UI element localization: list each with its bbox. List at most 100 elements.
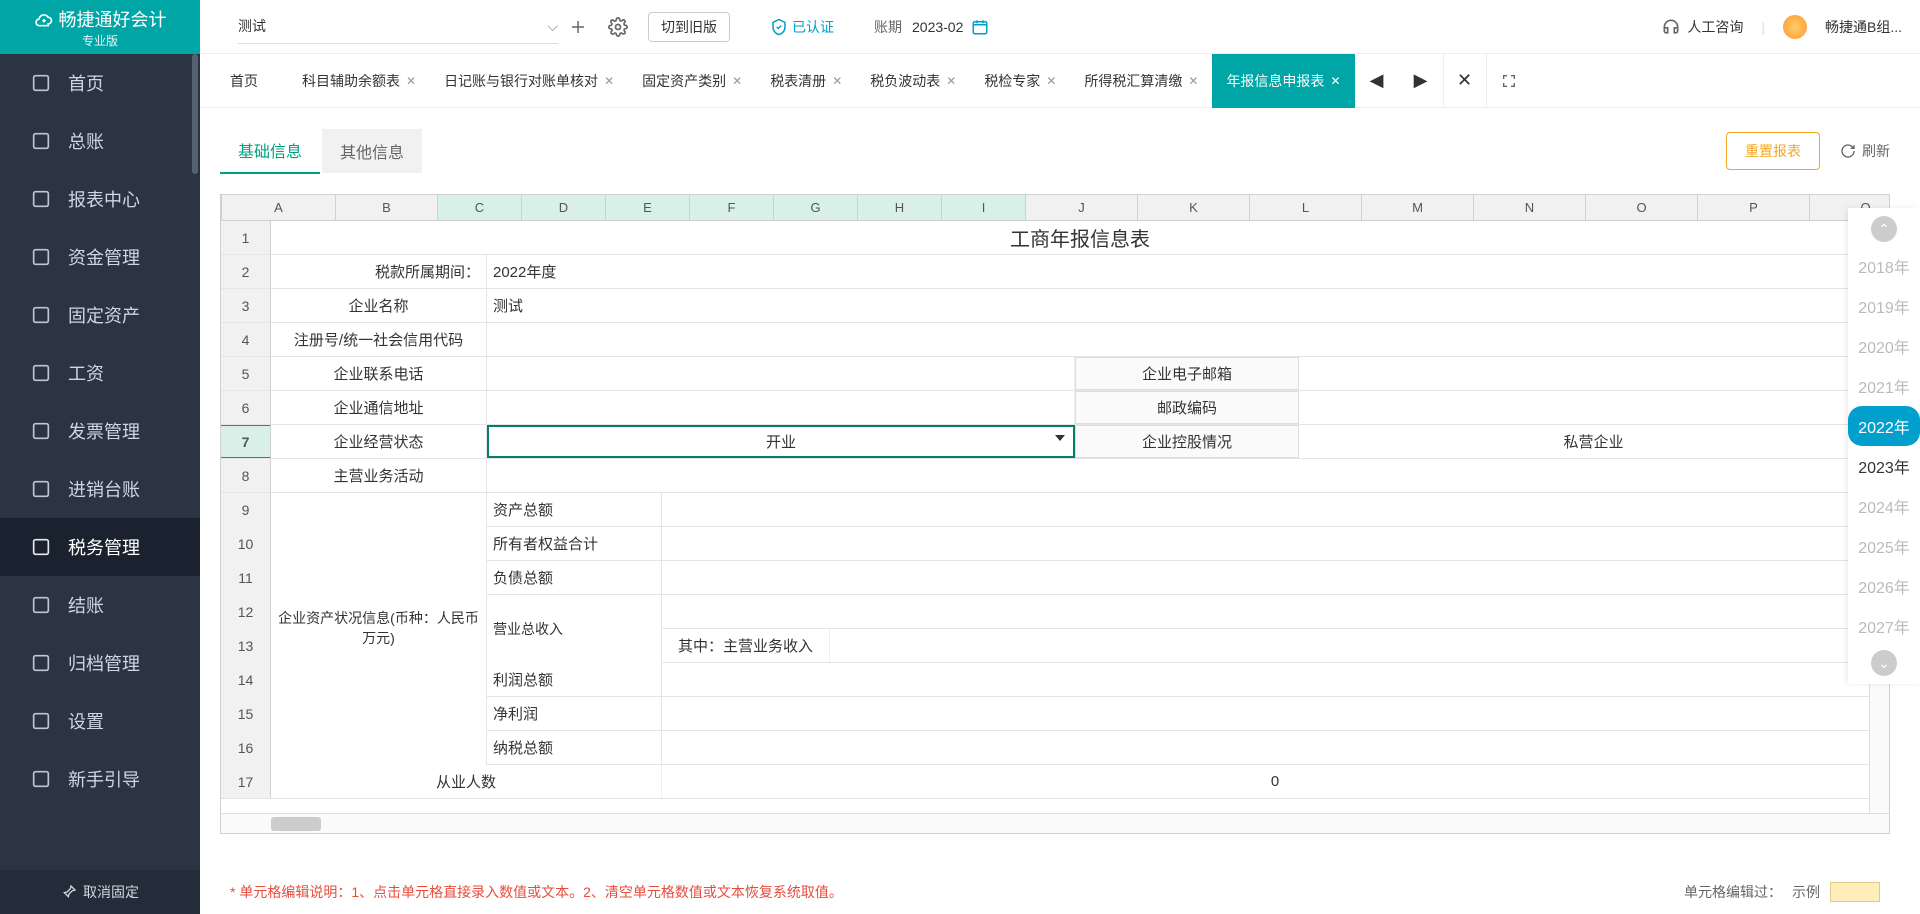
avatar[interactable] bbox=[1783, 15, 1807, 39]
switch-old-version-button[interactable]: 切到旧版 bbox=[648, 12, 730, 42]
year-2023年[interactable]: 2023年 bbox=[1848, 446, 1920, 486]
close-icon[interactable]: ✕ bbox=[832, 74, 842, 88]
sidebar-item-5[interactable]: 工资 bbox=[0, 344, 200, 402]
col-header-A[interactable]: A bbox=[222, 195, 336, 220]
year-scroll-up[interactable]: ⌃ bbox=[1871, 216, 1897, 242]
sidebar-item-8[interactable]: 税务管理 bbox=[0, 518, 200, 576]
col-header-K[interactable]: K bbox=[1138, 195, 1250, 220]
r6-label[interactable]: 企业通信地址 bbox=[271, 391, 487, 424]
r6-value[interactable] bbox=[487, 391, 1075, 424]
fullscreen-button[interactable] bbox=[1487, 54, 1531, 108]
year-2021年[interactable]: 2021年 bbox=[1848, 366, 1920, 406]
sidebar-item-2[interactable]: 报表中心 bbox=[0, 170, 200, 228]
sidebar-item-0[interactable]: 首页 bbox=[0, 54, 200, 112]
r5-value2[interactable] bbox=[1299, 357, 1889, 390]
h-scrollbar[interactable] bbox=[221, 813, 1889, 833]
tab-scroll-right[interactable]: ▶ bbox=[1399, 54, 1443, 108]
r14-b[interactable]: 利润总额 bbox=[487, 663, 662, 696]
close-icon[interactable]: ✕ bbox=[406, 74, 416, 88]
tab-1[interactable]: 日记账与银行对账单核对✕ bbox=[430, 54, 628, 108]
r7-value-dropdown[interactable]: 开业 bbox=[487, 425, 1075, 458]
year-2026年[interactable]: 2026年 bbox=[1848, 566, 1920, 606]
r3-label[interactable]: 企业名称 bbox=[271, 289, 487, 322]
col-header-G[interactable]: G bbox=[774, 195, 858, 220]
col-header-H[interactable]: H bbox=[858, 195, 942, 220]
sidebar-item-9[interactable]: 结账 bbox=[0, 576, 200, 634]
sidebar-scrollbar[interactable] bbox=[192, 54, 198, 174]
r10-b[interactable]: 所有者权益合计 bbox=[487, 527, 662, 560]
sidebar-item-3[interactable]: 资金管理 bbox=[0, 228, 200, 286]
col-header-M[interactable]: M bbox=[1362, 195, 1474, 220]
sidebar-item-11[interactable]: 设置 bbox=[0, 692, 200, 750]
tab-close-all[interactable]: ✕ bbox=[1443, 54, 1487, 108]
r15-b[interactable]: 净利润 bbox=[487, 697, 662, 730]
col-header-J[interactable]: J bbox=[1026, 195, 1138, 220]
col-header-B[interactable]: B bbox=[336, 195, 438, 220]
r13-c[interactable]: 其中：主营业务收入 bbox=[662, 629, 830, 662]
r6-value2[interactable] bbox=[1299, 391, 1889, 424]
year-2027年[interactable]: 2027年 bbox=[1848, 606, 1920, 646]
unpin-button[interactable]: 取消固定 bbox=[0, 870, 200, 914]
close-icon[interactable]: ✕ bbox=[946, 74, 956, 88]
sidebar-item-4[interactable]: 固定资产 bbox=[0, 286, 200, 344]
add-button[interactable] bbox=[558, 7, 598, 47]
close-icon[interactable]: ✕ bbox=[604, 74, 614, 88]
consult-button[interactable]: 人工咨询 bbox=[1661, 17, 1743, 37]
year-2018年[interactable]: 2018年 bbox=[1848, 246, 1920, 286]
year-2022年[interactable]: 2022年 bbox=[1848, 406, 1920, 446]
r4-label[interactable]: 注册号/统一社会信用代码 bbox=[271, 323, 487, 356]
tab-home[interactable]: 首页 bbox=[200, 54, 288, 108]
r12-b[interactable]: 营业总收入 bbox=[487, 595, 662, 663]
close-icon[interactable]: ✕ bbox=[1330, 74, 1340, 88]
user-name[interactable]: 畅捷通B组... bbox=[1825, 17, 1902, 37]
year-scroll-down[interactable]: ⌄ bbox=[1871, 650, 1897, 676]
r2-value[interactable]: 2022年度 bbox=[487, 255, 1889, 288]
col-header-F[interactable]: F bbox=[690, 195, 774, 220]
r17-label[interactable]: 从业人数 bbox=[271, 765, 662, 798]
r16-b[interactable]: 纳税总额 bbox=[487, 731, 662, 764]
col-header-N[interactable]: N bbox=[1474, 195, 1586, 220]
tab-0[interactable]: 科目辅助余额表✕ bbox=[288, 54, 430, 108]
r8-label[interactable]: 主营业务活动 bbox=[271, 459, 487, 492]
r7-label2[interactable]: 企业控股情况 bbox=[1075, 425, 1299, 458]
r6-label2[interactable]: 邮政编码 bbox=[1075, 391, 1299, 424]
year-2019年[interactable]: 2019年 bbox=[1848, 286, 1920, 326]
year-2020年[interactable]: 2020年 bbox=[1848, 326, 1920, 366]
tab-scroll-left[interactable]: ◀ bbox=[1355, 54, 1399, 108]
settings-button[interactable] bbox=[598, 7, 638, 47]
r4-value[interactable] bbox=[487, 323, 1889, 356]
tab-2[interactable]: 固定资产类别✕ bbox=[628, 54, 756, 108]
r2-label[interactable]: 税款所属期间： bbox=[271, 255, 487, 288]
r5-label[interactable]: 企业联系电话 bbox=[271, 357, 487, 390]
sidebar-item-1[interactable]: 总账 bbox=[0, 112, 200, 170]
inner-tab-other[interactable]: 其他信息 bbox=[322, 129, 422, 173]
inner-tab-basic[interactable]: 基础信息 bbox=[220, 128, 320, 174]
refresh-button[interactable]: 刷新 bbox=[1840, 141, 1890, 161]
r9-b[interactable]: 资产总额 bbox=[487, 493, 662, 526]
tab-3[interactable]: 税表清册✕ bbox=[756, 54, 856, 108]
tab-6[interactable]: 所得税汇算清缴✕ bbox=[1070, 54, 1212, 108]
sidebar-item-10[interactable]: 归档管理 bbox=[0, 634, 200, 692]
company-selector[interactable]: 测试 ⌵ bbox=[238, 10, 558, 44]
r5-label2[interactable]: 企业电子邮箱 bbox=[1075, 357, 1299, 390]
tab-7[interactable]: 年报信息申报表✕ bbox=[1212, 54, 1354, 108]
r11-b[interactable]: 负债总额 bbox=[487, 561, 662, 594]
r8-value[interactable] bbox=[487, 459, 1889, 492]
r7-value2[interactable]: 私营企业 bbox=[1299, 425, 1889, 458]
tab-4[interactable]: 税负波动表✕ bbox=[856, 54, 970, 108]
r17-value[interactable]: 0 bbox=[662, 765, 1889, 798]
sheet-title[interactable]: 工商年报信息表 bbox=[271, 221, 1889, 254]
r7-label[interactable]: 企业经营状态 bbox=[271, 425, 487, 458]
col-header-E[interactable]: E bbox=[606, 195, 690, 220]
merged-asset-label[interactable]: 企业资产状况信息(币种：人民币万元) bbox=[271, 493, 487, 765]
col-header-L[interactable]: L bbox=[1250, 195, 1362, 220]
col-header-D[interactable]: D bbox=[522, 195, 606, 220]
close-icon[interactable]: ✕ bbox=[732, 74, 742, 88]
col-header-O[interactable]: O bbox=[1586, 195, 1698, 220]
sidebar-item-7[interactable]: 进销台账 bbox=[0, 460, 200, 518]
sidebar-item-12[interactable]: 新手引导 bbox=[0, 750, 200, 808]
close-icon[interactable]: ✕ bbox=[1188, 74, 1198, 88]
year-2025年[interactable]: 2025年 bbox=[1848, 526, 1920, 566]
sidebar-item-6[interactable]: 发票管理 bbox=[0, 402, 200, 460]
calendar-icon[interactable] bbox=[971, 18, 989, 36]
